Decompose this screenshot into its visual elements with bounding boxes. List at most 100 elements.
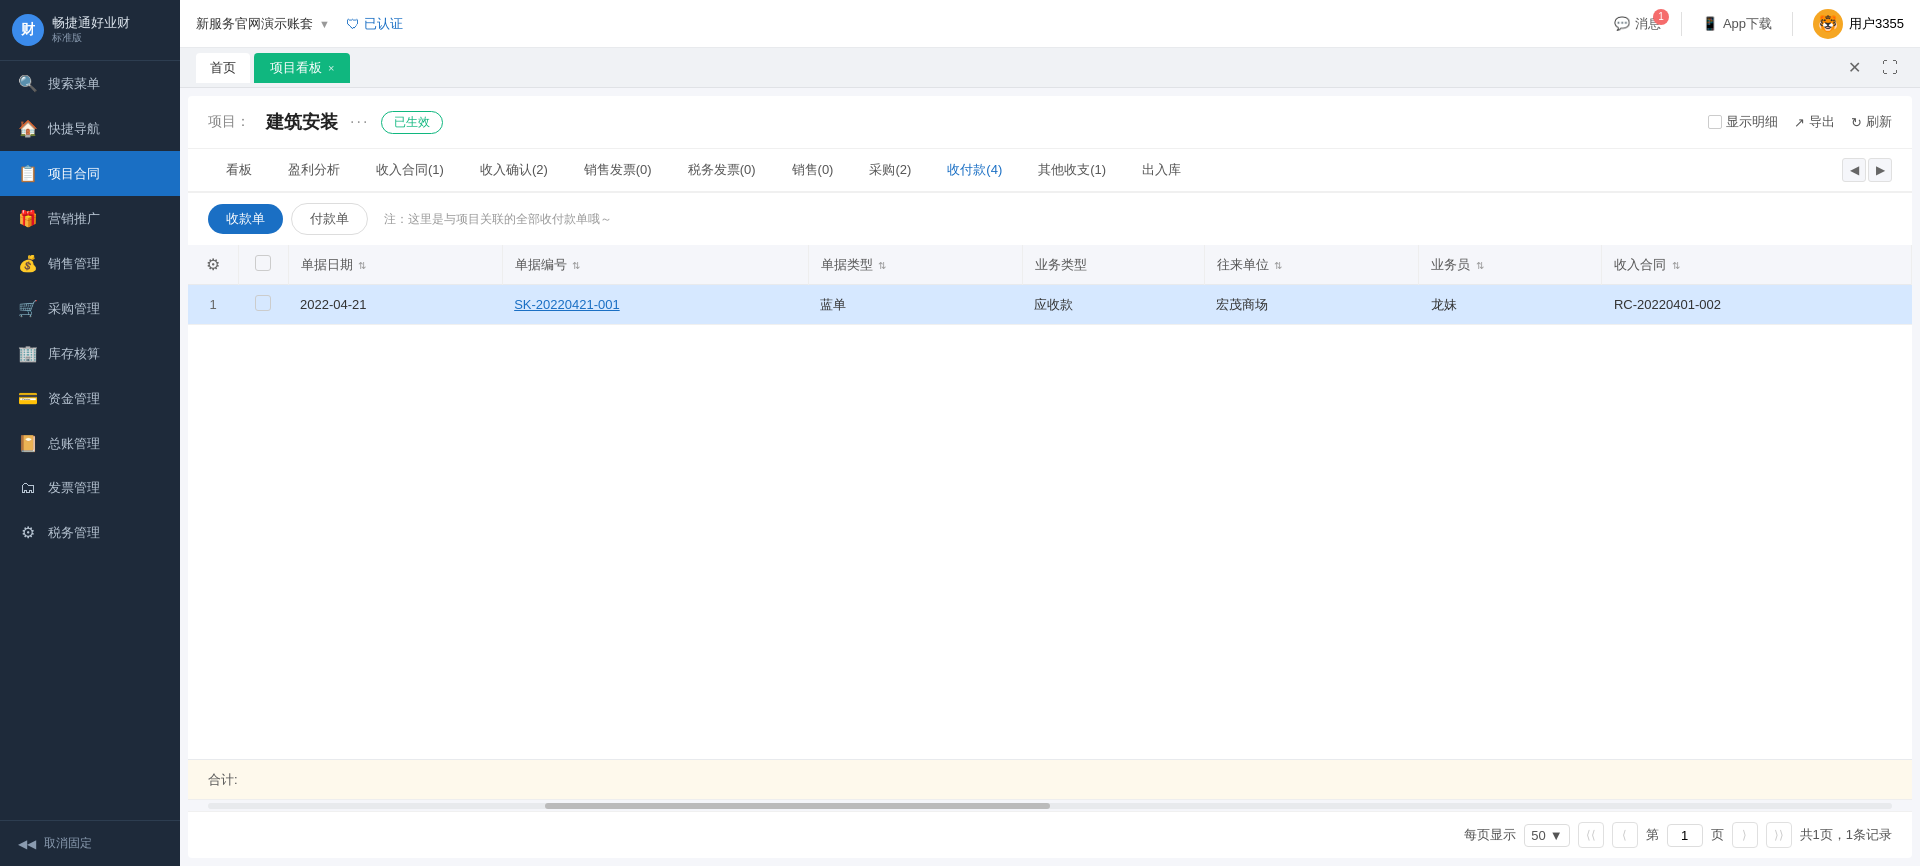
checkbox-column-header[interactable] xyxy=(238,245,288,285)
sidebar-item-quick[interactable]: 🏠 快捷导航 xyxy=(0,106,180,151)
user-menu[interactable]: 🐯 用户3355 xyxy=(1813,9,1904,39)
show-detail-checkbox[interactable] xyxy=(1708,115,1722,129)
gear-settings-icon[interactable]: ⚙ xyxy=(206,256,220,273)
select-all-checkbox[interactable] xyxy=(255,255,271,271)
date-column-header[interactable]: 单据日期 ⇅ xyxy=(288,245,502,285)
type-column-label: 单据类型 xyxy=(821,257,873,272)
biz-type-column-header: 业务类型 xyxy=(1022,245,1204,285)
sidebar-item-marketing[interactable]: 🎁 营销推广 xyxy=(0,196,180,241)
sub-tab-board[interactable]: 看板 xyxy=(208,149,270,193)
row-number-cell[interactable]: SK-20220421-001 xyxy=(502,285,808,325)
number-sort-icon: ⇅ xyxy=(572,260,580,271)
sub-tab-receipt[interactable]: 收付款(4) xyxy=(929,149,1020,193)
tab-close-icon[interactable]: × xyxy=(328,62,334,74)
avatar: 🐯 xyxy=(1813,9,1843,39)
sub-tab-prev-button[interactable]: ◀ xyxy=(1842,158,1866,182)
page-suffix: 页 xyxy=(1711,826,1724,844)
sidebar-item-sales[interactable]: 💰 销售管理 xyxy=(0,241,180,286)
tab-close-button[interactable]: ✕ xyxy=(1840,54,1868,82)
next-page-button[interactable]: ⟩ xyxy=(1732,822,1758,848)
sub-tab-purchase[interactable]: 采购(2) xyxy=(851,149,929,193)
gear-column-header[interactable]: ⚙ xyxy=(188,245,238,285)
tab-maximize-button[interactable]: ⛶ xyxy=(1876,54,1904,82)
sidebar-item-label: 库存核算 xyxy=(48,345,100,363)
sub-tab-profit[interactable]: 盈利分析 xyxy=(270,149,358,193)
first-page-button[interactable]: ⟨⟨ xyxy=(1578,822,1604,848)
show-detail-action[interactable]: 显示明细 xyxy=(1708,113,1778,131)
sidebar-item-ledger[interactable]: 📔 总账管理 xyxy=(0,421,180,466)
table-row[interactable]: 1 2022-04-21 SK-20220421-001 xyxy=(188,285,1912,325)
project-more-button[interactable]: ··· xyxy=(350,113,369,131)
refresh-icon: ↻ xyxy=(1851,115,1862,130)
sub-tab-income-contract-label: 收入合同(1) xyxy=(376,162,444,177)
scrollbar-track[interactable] xyxy=(208,803,1892,809)
sub-tab-sales-invoice[interactable]: 销售发票(0) xyxy=(566,149,670,193)
page-label: 第 xyxy=(1646,826,1659,844)
scrollbar-thumb[interactable] xyxy=(545,803,1050,809)
sub-tab-board-label: 看板 xyxy=(226,162,252,177)
sub-tab-other-income[interactable]: 其他收支(1) xyxy=(1020,149,1124,193)
sidebar-item-search[interactable]: 🔍 搜索菜单 xyxy=(0,61,180,106)
row-checkbox[interactable] xyxy=(255,295,271,311)
cert-label: 已认证 xyxy=(364,15,403,33)
row-partner-cell: 宏茂商场 xyxy=(1204,285,1418,325)
finance-icon: 💳 xyxy=(18,389,38,408)
sub-tab-income-confirm[interactable]: 收入确认(2) xyxy=(462,149,566,193)
sidebar-item-contract[interactable]: 📋 项目合同 xyxy=(0,151,180,196)
project-title: 建筑安装 xyxy=(266,110,338,134)
sidebar-nav: 🔍 搜索菜单 🏠 快捷导航 📋 项目合同 🎁 营销推广 💰 销售管理 🛒 采购管… xyxy=(0,61,180,820)
project-header-actions: 显示明细 ↗ 导出 ↻ 刷新 xyxy=(1708,113,1892,131)
partner-column-header[interactable]: 往来单位 ⇅ xyxy=(1204,245,1418,285)
sub-tab-next-button[interactable]: ▶ xyxy=(1868,158,1892,182)
sidebar: 财 畅捷通好业财 标准版 🔍 搜索菜单 🏠 快捷导航 📋 项目合同 🎁 营销推广… xyxy=(0,0,180,866)
app-download-button[interactable]: 📱 App下载 xyxy=(1702,15,1772,33)
account-selector[interactable]: 新服务官网演示账套 ▼ xyxy=(196,15,330,33)
sidebar-item-label: 总账管理 xyxy=(48,435,100,453)
income-contract-column-header[interactable]: 收入合同 ⇅ xyxy=(1602,245,1912,285)
prev-page-button[interactable]: ⟨ xyxy=(1612,822,1638,848)
sub-tab-tax-invoice-label: 税务发票(0) xyxy=(688,162,756,177)
sidebar-item-finance[interactable]: 💳 资金管理 xyxy=(0,376,180,421)
sub-tab-income-contract[interactable]: 收入合同(1) xyxy=(358,149,462,193)
unpin-icon: ◀◀ xyxy=(18,837,36,851)
receipt-table: ⚙ 单据日期 ⇅ 单据编号 ⇅ xyxy=(188,245,1912,325)
tax-icon: ⚙ xyxy=(18,523,38,542)
sub-tab-sales[interactable]: 销售(0) xyxy=(774,149,852,193)
sidebar-unpin[interactable]: ◀◀ 取消固定 xyxy=(0,820,180,866)
sub-tab-tax-invoice[interactable]: 税务发票(0) xyxy=(670,149,774,193)
tab-home[interactable]: 首页 xyxy=(196,53,250,83)
sidebar-item-invoice[interactable]: 🗂 发票管理 xyxy=(0,466,180,510)
sub-tab-warehouse[interactable]: 出入库 xyxy=(1124,149,1199,193)
sidebar-item-purchase[interactable]: 🛒 采购管理 xyxy=(0,286,180,331)
row-income-contract-cell: RC-20220401-002 xyxy=(1602,285,1912,325)
row-checkbox-cell[interactable] xyxy=(238,285,288,325)
sidebar-item-tax[interactable]: ⚙ 税务管理 xyxy=(0,510,180,555)
table-scrollbar-area xyxy=(188,799,1912,811)
tab-project-board[interactable]: 项目看板 × xyxy=(254,53,350,83)
logo-icon: 财 xyxy=(12,14,44,46)
total-info: 共1页，1条记录 xyxy=(1800,826,1892,844)
type-column-header[interactable]: 单据类型 ⇅ xyxy=(808,245,1022,285)
export-button[interactable]: ↗ 导出 xyxy=(1794,113,1835,131)
last-page-button[interactable]: ⟩⟩ xyxy=(1766,822,1792,848)
show-detail-label: 显示明细 xyxy=(1726,113,1778,131)
current-page-input[interactable] xyxy=(1667,824,1703,847)
date-column-label: 单据日期 xyxy=(301,257,353,272)
payment-bill-button[interactable]: 付款单 xyxy=(291,203,368,235)
summary-label: 合计: xyxy=(208,771,238,789)
user-name: 用户3355 xyxy=(1849,15,1904,33)
sidebar-item-inventory[interactable]: 🏢 库存核算 xyxy=(0,331,180,376)
number-column-label: 单据编号 xyxy=(515,257,567,272)
salesman-sort-icon: ⇅ xyxy=(1476,260,1484,271)
row-number-link[interactable]: SK-20220421-001 xyxy=(514,297,620,312)
message-button[interactable]: 💬 消息 1 xyxy=(1614,15,1661,33)
logo-subtitle: 标准版 xyxy=(52,31,130,45)
refresh-button[interactable]: ↻ 刷新 xyxy=(1851,113,1892,131)
tab-home-label: 首页 xyxy=(210,59,236,77)
number-column-header[interactable]: 单据编号 ⇅ xyxy=(502,245,808,285)
sales-icon: 💰 xyxy=(18,254,38,273)
page-size-select[interactable]: 50 ▼ xyxy=(1524,824,1569,847)
receipt-bill-button[interactable]: 收款单 xyxy=(208,204,283,234)
salesman-column-header[interactable]: 业务员 ⇅ xyxy=(1419,245,1602,285)
sub-tab-sales-label: 销售(0) xyxy=(792,162,834,177)
